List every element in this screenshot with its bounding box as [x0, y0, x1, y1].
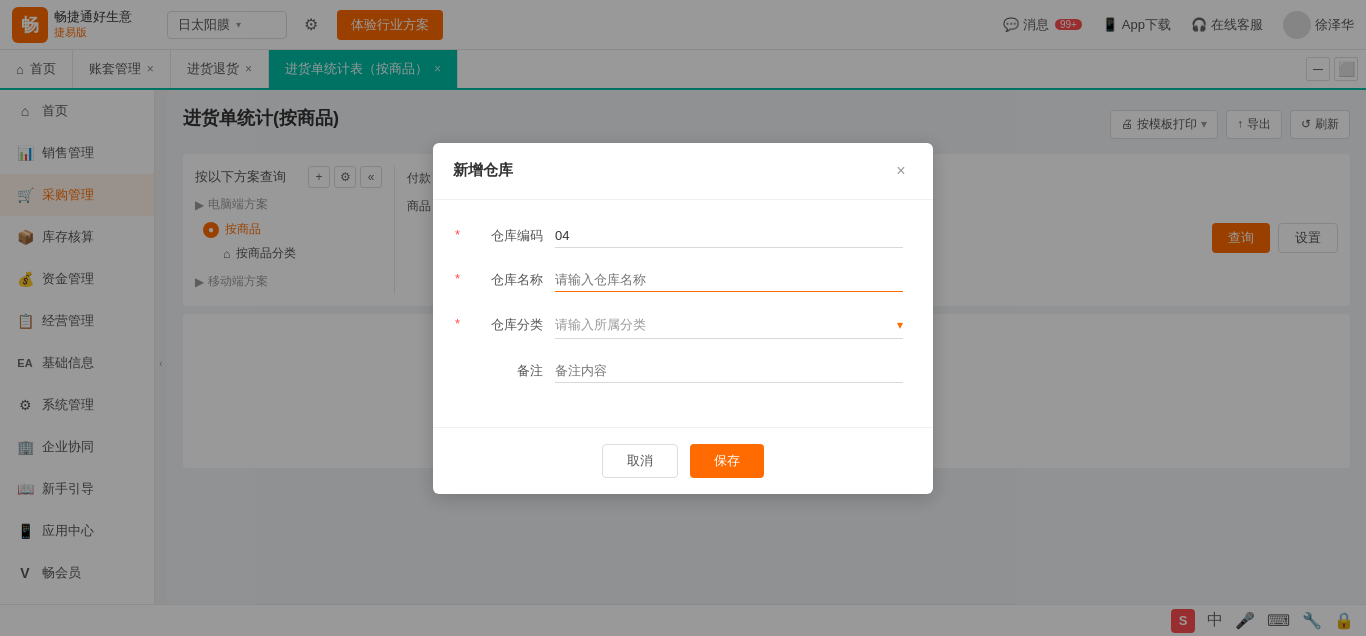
modal-footer: 取消 保存 [433, 427, 933, 494]
code-input[interactable] [555, 224, 903, 248]
remark-input[interactable] [555, 359, 903, 383]
name-input[interactable] [555, 268, 903, 292]
category-select[interactable]: 请输入所属分类 ▾ [555, 312, 903, 339]
modal-header: 新增仓库 × [433, 143, 933, 200]
name-label: 仓库名称 [463, 271, 543, 289]
category-placeholder: 请输入所属分类 [555, 316, 646, 334]
form-row-category: 仓库分类 请输入所属分类 ▾ [463, 312, 903, 339]
remark-label: 备注 [463, 362, 543, 380]
form-row-code: 仓库编码 [463, 224, 903, 248]
form-row-remark: 备注 [463, 359, 903, 383]
modal-close-button[interactable]: × [889, 159, 913, 183]
category-arrow-icon: ▾ [897, 318, 903, 332]
category-label: 仓库分类 [463, 316, 543, 334]
cancel-button[interactable]: 取消 [602, 444, 678, 478]
modal-body: 仓库编码 仓库名称 仓库分类 请输入所属分类 ▾ 备注 [433, 200, 933, 427]
save-button[interactable]: 保存 [690, 444, 764, 478]
modal-overlay: 新增仓库 × 仓库编码 仓库名称 仓库分类 请输入所属分类 ▾ [0, 0, 1366, 636]
code-label: 仓库编码 [463, 227, 543, 245]
form-row-name: 仓库名称 [463, 268, 903, 292]
add-warehouse-modal: 新增仓库 × 仓库编码 仓库名称 仓库分类 请输入所属分类 ▾ [433, 143, 933, 494]
modal-title: 新增仓库 [453, 161, 513, 180]
